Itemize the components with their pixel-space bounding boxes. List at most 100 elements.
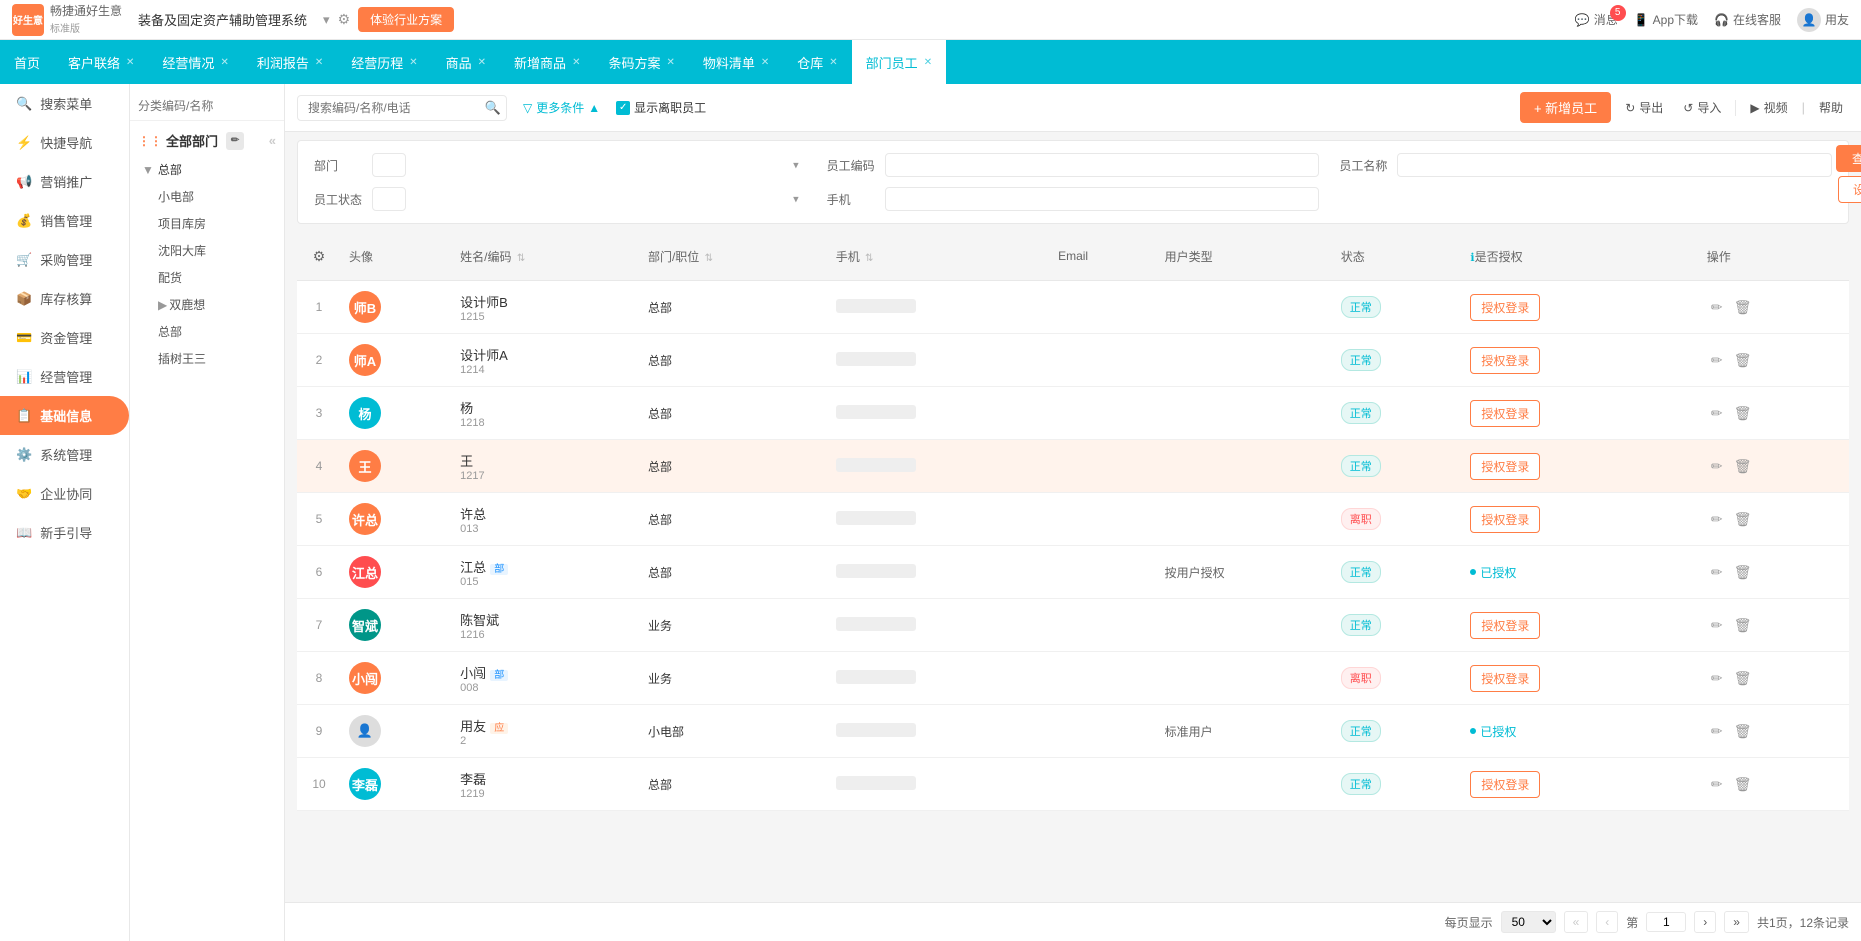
export-button[interactable]: ↻ 导出 xyxy=(1619,95,1669,120)
edit-button[interactable]: ✏ xyxy=(1707,615,1727,636)
edit-button[interactable]: ✏ xyxy=(1707,774,1727,795)
delete-button[interactable]: 🗑 xyxy=(1730,668,1756,689)
message-item[interactable]: 💬 5 消息 xyxy=(1575,11,1618,28)
dept-node-shenyang[interactable]: 沈阳大库 xyxy=(130,237,284,264)
online-service-item[interactable]: 🎧 在线客服 xyxy=(1714,11,1781,28)
tab-goods[interactable]: 商品✕ xyxy=(432,40,500,84)
close-icon[interactable]: ✕ xyxy=(924,57,932,68)
help-button[interactable]: 帮助 xyxy=(1813,95,1849,120)
sidebar-item-purchase[interactable]: 🛒 采购管理 xyxy=(0,240,129,279)
auth-login-button[interactable]: 授权登录 xyxy=(1470,347,1540,374)
tab-customer[interactable]: 客户联络✕ xyxy=(54,40,148,84)
sidebar-item-basic[interactable]: 📋 基础信息 xyxy=(0,396,129,435)
edit-button[interactable]: ✏ xyxy=(1707,297,1727,318)
delete-button[interactable]: 🗑 xyxy=(1730,403,1756,424)
close-icon[interactable]: ✕ xyxy=(126,57,134,68)
filter-more-button[interactable]: ▽ 更多条件 ▲ xyxy=(515,95,608,120)
edit-button[interactable]: ✏ xyxy=(1707,721,1727,742)
close-icon[interactable]: ✕ xyxy=(829,57,837,68)
prev-page-button[interactable]: ‹ xyxy=(1596,911,1618,933)
close-icon[interactable]: ✕ xyxy=(666,57,674,68)
close-icon[interactable]: ✕ xyxy=(761,57,769,68)
auth-login-button[interactable]: 授权登录 xyxy=(1470,400,1540,427)
sidebar-item-operation[interactable]: 📊 经营管理 xyxy=(0,357,129,396)
settings-icon[interactable]: ⚙ xyxy=(338,11,351,28)
query-button[interactable]: 查询 xyxy=(1836,145,1861,172)
edit-button[interactable]: ✏ xyxy=(1707,668,1727,689)
reset-button[interactable]: 设置 xyxy=(1838,176,1861,203)
delete-button[interactable]: 🗑 xyxy=(1730,350,1756,371)
dept-edit-icon[interactable]: ✏ xyxy=(226,132,244,150)
delete-button[interactable]: 🗑 xyxy=(1730,774,1756,795)
dept-node-small-elec[interactable]: 小电部 xyxy=(130,183,284,210)
edit-button[interactable]: ✏ xyxy=(1707,509,1727,530)
sidebar-item-inventory[interactable]: 📦 库存核算 xyxy=(0,279,129,318)
close-icon[interactable]: ✕ xyxy=(572,57,580,68)
view-button[interactable]: ▶ 视频 xyxy=(1744,95,1793,120)
dept-node-distribution[interactable]: 配货 xyxy=(130,264,284,291)
edit-button[interactable]: ✏ xyxy=(1707,456,1727,477)
sidebar-item-quick[interactable]: ⚡ 快捷导航 xyxy=(0,123,129,162)
per-page-select[interactable]: 50 20 100 xyxy=(1501,911,1556,933)
tab-new-goods[interactable]: 新增商品✕ xyxy=(500,40,594,84)
auth-login-button[interactable]: 授权登录 xyxy=(1470,294,1540,321)
close-icon[interactable]: ✕ xyxy=(220,57,228,68)
next-page-button[interactable]: › xyxy=(1694,911,1716,933)
delete-button[interactable]: 🗑 xyxy=(1730,509,1756,530)
dept-node-chashuwangsan[interactable]: 插树王三 xyxy=(130,345,284,372)
app-download-item[interactable]: 📱 App下载 xyxy=(1634,11,1698,28)
edit-button[interactable]: ✏ xyxy=(1707,562,1727,583)
trial-button[interactable]: 体验行业方案 xyxy=(358,7,454,32)
close-icon[interactable]: ✕ xyxy=(315,57,323,68)
dept-node-shuangluxiang[interactable]: ▶双鹿想 xyxy=(130,291,284,318)
auth-login-button[interactable]: 授权登录 xyxy=(1470,453,1540,480)
tab-employees[interactable]: 部门员工✕ xyxy=(852,40,946,84)
user-item[interactable]: 👤 用友 xyxy=(1797,8,1849,32)
employee-name-input[interactable] xyxy=(1397,153,1832,177)
sidebar-item-sales[interactable]: 💰 销售管理 xyxy=(0,201,129,240)
tab-history[interactable]: 经营历程✕ xyxy=(337,40,431,84)
search-submit-icon[interactable]: 🔍 xyxy=(485,100,501,116)
first-page-button[interactable]: « xyxy=(1564,911,1589,933)
delete-button[interactable]: 🗑 xyxy=(1730,721,1756,742)
edit-button[interactable]: ✏ xyxy=(1707,403,1727,424)
auth-login-button[interactable]: 授权登录 xyxy=(1470,612,1540,639)
search-input[interactable] xyxy=(297,95,507,121)
tab-operation[interactable]: 经营情况✕ xyxy=(148,40,242,84)
dept-search-input[interactable] xyxy=(138,99,285,113)
dept-node-project[interactable]: 项目库房 xyxy=(130,210,284,237)
tab-bom[interactable]: 物料清单✕ xyxy=(689,40,783,84)
dept-node-headquarters[interactable]: 总部 xyxy=(130,318,284,345)
tab-profit[interactable]: 利润报告✕ xyxy=(243,40,337,84)
status-select[interactable] xyxy=(372,187,406,211)
dept-select[interactable] xyxy=(372,153,406,177)
auth-login-button[interactable]: 授权登录 xyxy=(1470,665,1540,692)
sidebar-item-collab[interactable]: 🤝 企业协同 xyxy=(0,474,129,513)
delete-button[interactable]: 🗑 xyxy=(1730,297,1756,318)
auth-login-button[interactable]: 授权登录 xyxy=(1470,771,1540,798)
column-setting-icon[interactable]: ⚙ xyxy=(305,242,333,270)
sidebar-item-guide[interactable]: 📖 新手引导 xyxy=(0,513,129,552)
import-button[interactable]: ↺ 导入 xyxy=(1677,95,1727,120)
show-resigned-check[interactable]: ✓ 显示离职员工 xyxy=(616,99,706,116)
dropdown-icon[interactable]: ▾ xyxy=(323,12,330,28)
sidebar-item-finance[interactable]: 💳 资金管理 xyxy=(0,318,129,357)
dept-collapse-icon[interactable]: « xyxy=(269,133,276,148)
phone-input[interactable] xyxy=(885,187,1320,211)
tab-home[interactable]: 首页 xyxy=(0,40,54,84)
last-page-button[interactable]: » xyxy=(1724,911,1749,933)
edit-button[interactable]: ✏ xyxy=(1707,350,1727,371)
sidebar-item-search[interactable]: 🔍 搜索菜单 xyxy=(0,84,129,123)
sidebar-item-system[interactable]: ⚙️ 系统管理 xyxy=(0,435,129,474)
delete-button[interactable]: 🗑 xyxy=(1730,456,1756,477)
dept-node-general[interactable]: ▼ 总部 xyxy=(130,156,284,183)
delete-button[interactable]: 🗑 xyxy=(1730,615,1756,636)
tab-barcode[interactable]: 条码方案✕ xyxy=(594,40,688,84)
auth-login-button[interactable]: 授权登录 xyxy=(1470,506,1540,533)
tab-warehouse[interactable]: 仓库✕ xyxy=(783,40,851,84)
page-number-input[interactable] xyxy=(1646,912,1686,932)
sidebar-item-marketing[interactable]: 📢 营销推广 xyxy=(0,162,129,201)
delete-button[interactable]: 🗑 xyxy=(1730,562,1756,583)
employee-code-input[interactable] xyxy=(885,153,1320,177)
close-icon[interactable]: ✕ xyxy=(478,57,486,68)
